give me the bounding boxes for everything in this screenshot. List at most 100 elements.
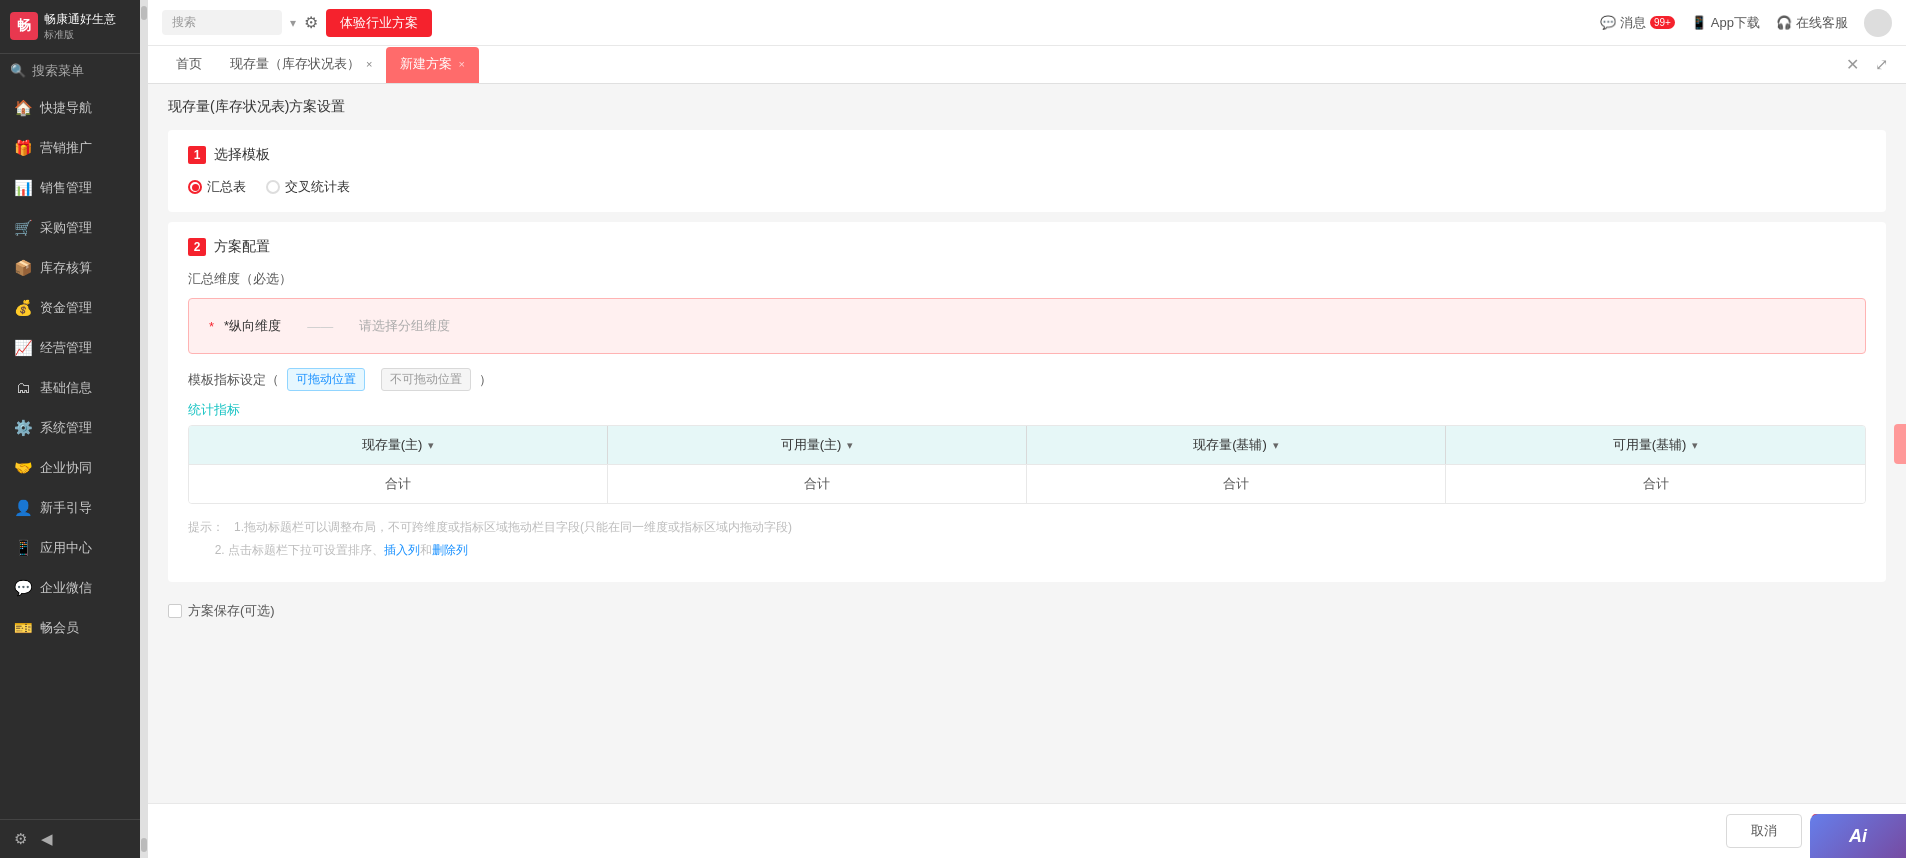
topbar-search-box[interactable]: 搜索 [162,10,282,35]
app-download-button[interactable]: 📱 App下载 [1691,14,1760,32]
headset-icon: 🎧 [1776,15,1792,30]
radio-cross[interactable]: 交叉统计表 [266,178,350,196]
action-bar: 取消 查询 [148,803,1906,858]
sidebar-item-wechat[interactable]: 💬 企业微信 [0,568,140,608]
step1-badge: 1 [188,146,206,164]
nav-icon-money: 💰 [14,299,32,317]
message-button[interactable]: 💬 消息 99+ [1600,14,1675,32]
col-header-4[interactable]: 可用量(基辅) ▾ [1446,426,1865,464]
stats-table-body: 合计 合计 合计 合计 [189,464,1865,503]
trial-button[interactable]: 体验行业方案 [326,9,432,37]
tip-2: 2. 点击标题栏下拉可设置排序、插入列和删除列 [188,539,1866,562]
sidebar-item-sales[interactable]: 📊 销售管理 [0,168,140,208]
col-header-1[interactable]: 现存量(主) ▾ [189,426,608,464]
sidebar-item-guide[interactable]: 👤 新手引导 [0,488,140,528]
message-badge: 99+ [1650,16,1675,29]
nav-icon-app: 📱 [14,539,32,557]
close-panel-icon[interactable]: ✕ [1842,53,1863,76]
speaker-icon[interactable]: ◀ [41,830,53,848]
nav-label: 经营管理 [40,339,92,357]
message-label: 消息 [1620,14,1646,32]
topbar-gear-icon[interactable]: ⚙ [304,13,318,32]
tab-new-plan-close[interactable]: × [458,58,464,70]
col-cell-1: 合计 [189,464,608,503]
cancel-button[interactable]: 取消 [1726,814,1802,848]
col-header-2[interactable]: 可用量(主) ▾ [608,426,1027,464]
tab-home[interactable]: 首页 [162,47,216,83]
sidebar-item-quick-nav[interactable]: 🏠 快捷导航 [0,88,140,128]
nav-label: 新手引导 [40,499,92,517]
template-options: 汇总表 交叉统计表 [188,178,1866,196]
tips-box: 提示： 1.拖动标题栏可以调整布局，不可跨维度或指标区域拖动栏目字段(只能在同一… [188,504,1866,566]
sidebar-item-purchase[interactable]: 🛒 采购管理 [0,208,140,248]
nav-label: 销售管理 [40,179,92,197]
sidebar-nav: 🏠 快捷导航 🎁 营销推广 📊 销售管理 🛒 采购管理 📦 库存核算 💰 资金管… [0,88,140,819]
nav-icon-info: 🗂 [14,379,32,397]
nav-icon-cart: 🛒 [14,219,32,237]
save-label: 方案保存(可选) [188,602,275,620]
sidebar-item-cooperation[interactable]: 🤝 企业协同 [0,448,140,488]
col-header-3-label: 现存量(基辅) [1193,436,1267,454]
nav-label: 畅会员 [40,619,79,637]
indicator-label: 模板指标设定（ [188,371,279,389]
nav-label: 营销推广 [40,139,92,157]
col-header-3[interactable]: 现存量(基辅) ▾ [1027,426,1446,464]
nav-icon-home: 🏠 [14,99,32,117]
sidebar-item-finance[interactable]: 💰 资金管理 [0,288,140,328]
tab-new-plan[interactable]: 新建方案 × [386,47,478,83]
stats-table-header: 现存量(主) ▾ 可用量(主) ▾ 现存量(基辅) ▾ 可用量(基辅) ▾ [189,426,1865,464]
sidebar-item-member[interactable]: 🎫 畅会员 [0,608,140,648]
sidebar-search[interactable]: 🔍 搜索菜单 [0,54,140,88]
search-icon: 🔍 [10,63,26,78]
ai-badge[interactable]: Ai [1810,814,1906,858]
sidebar-item-inventory[interactable]: 📦 库存核算 [0,248,140,288]
col-cell-4: 合计 [1446,464,1865,503]
radio-cross-label: 交叉统计表 [285,178,350,196]
dimension-box[interactable]: * *纵向维度 —— 请选择分组维度 [188,298,1866,354]
expand-panel-icon[interactable]: ⤢ [1871,53,1892,76]
nav-icon-guide: 👤 [14,499,32,517]
customer-service-button[interactable]: 🎧 在线客服 [1776,14,1848,32]
sidebar-item-app-center[interactable]: 📱 应用中心 [0,528,140,568]
settings-icon[interactable]: ⚙ [14,830,27,848]
col3-chevron[interactable]: ▾ [1273,439,1279,452]
tab-inventory-status[interactable]: 现存量（库存状况表） × [216,47,386,83]
dimension-placeholder: 请选择分组维度 [359,317,450,335]
user-avatar[interactable] [1864,9,1892,37]
tab-inventory-close[interactable]: × [366,58,372,70]
col-header-4-label: 可用量(基辅) [1613,436,1687,454]
radio-summary-circle [188,180,202,194]
app-download-label: App下载 [1711,14,1760,32]
save-checkbox[interactable] [168,604,182,618]
stats-table: 现存量(主) ▾ 可用量(主) ▾ 现存量(基辅) ▾ 可用量(基辅) ▾ [188,425,1866,504]
content-area: 现存量(库存状况表)方案设置 1 选择模板 汇总表 交叉统计表 2 [148,84,1906,803]
logo-icon: 畅 [10,12,38,40]
sidebar-item-basic-info[interactable]: 🗂 基础信息 [0,368,140,408]
sidebar-search-label: 搜索菜单 [32,62,84,80]
sidebar-item-marketing[interactable]: 🎁 营销推广 [0,128,140,168]
stats-section-label: 统计指标 [188,401,1866,419]
nav-icon-gift: 🎁 [14,139,32,157]
topbar-dropdown-icon[interactable]: ▾ [290,16,296,30]
nav-icon-box: 📦 [14,259,32,277]
scroll-thumb-bottom [141,838,147,852]
radio-summary[interactable]: 汇总表 [188,178,246,196]
sidebar-item-operations[interactable]: 📈 经营管理 [0,328,140,368]
indicator-close-paren: ） [479,371,492,389]
sidebar-item-system[interactable]: ⚙️ 系统管理 [0,408,140,448]
tab-home-label: 首页 [176,55,202,73]
col4-chevron[interactable]: ▾ [1692,439,1698,452]
nav-label: 应用中心 [40,539,92,557]
nav-icon-member: 🎫 [14,619,32,637]
col1-chevron[interactable]: ▾ [428,439,434,452]
sidebar-scroll [140,0,148,858]
tab-controls: ✕ ⤢ [1842,53,1892,76]
nav-label: 系统管理 [40,419,92,437]
topbar: 搜索 ▾ ⚙ 体验行业方案 💬 消息 99+ 📱 App下载 🎧 在线客服 [148,0,1906,46]
step2-badge: 2 [188,238,206,256]
right-panel-toggle[interactable] [1894,424,1906,464]
scroll-thumb-top [141,6,147,20]
col2-chevron[interactable]: ▾ [847,439,853,452]
nav-label: 企业协同 [40,459,92,477]
step2-title-row: 2 方案配置 [188,238,1866,256]
